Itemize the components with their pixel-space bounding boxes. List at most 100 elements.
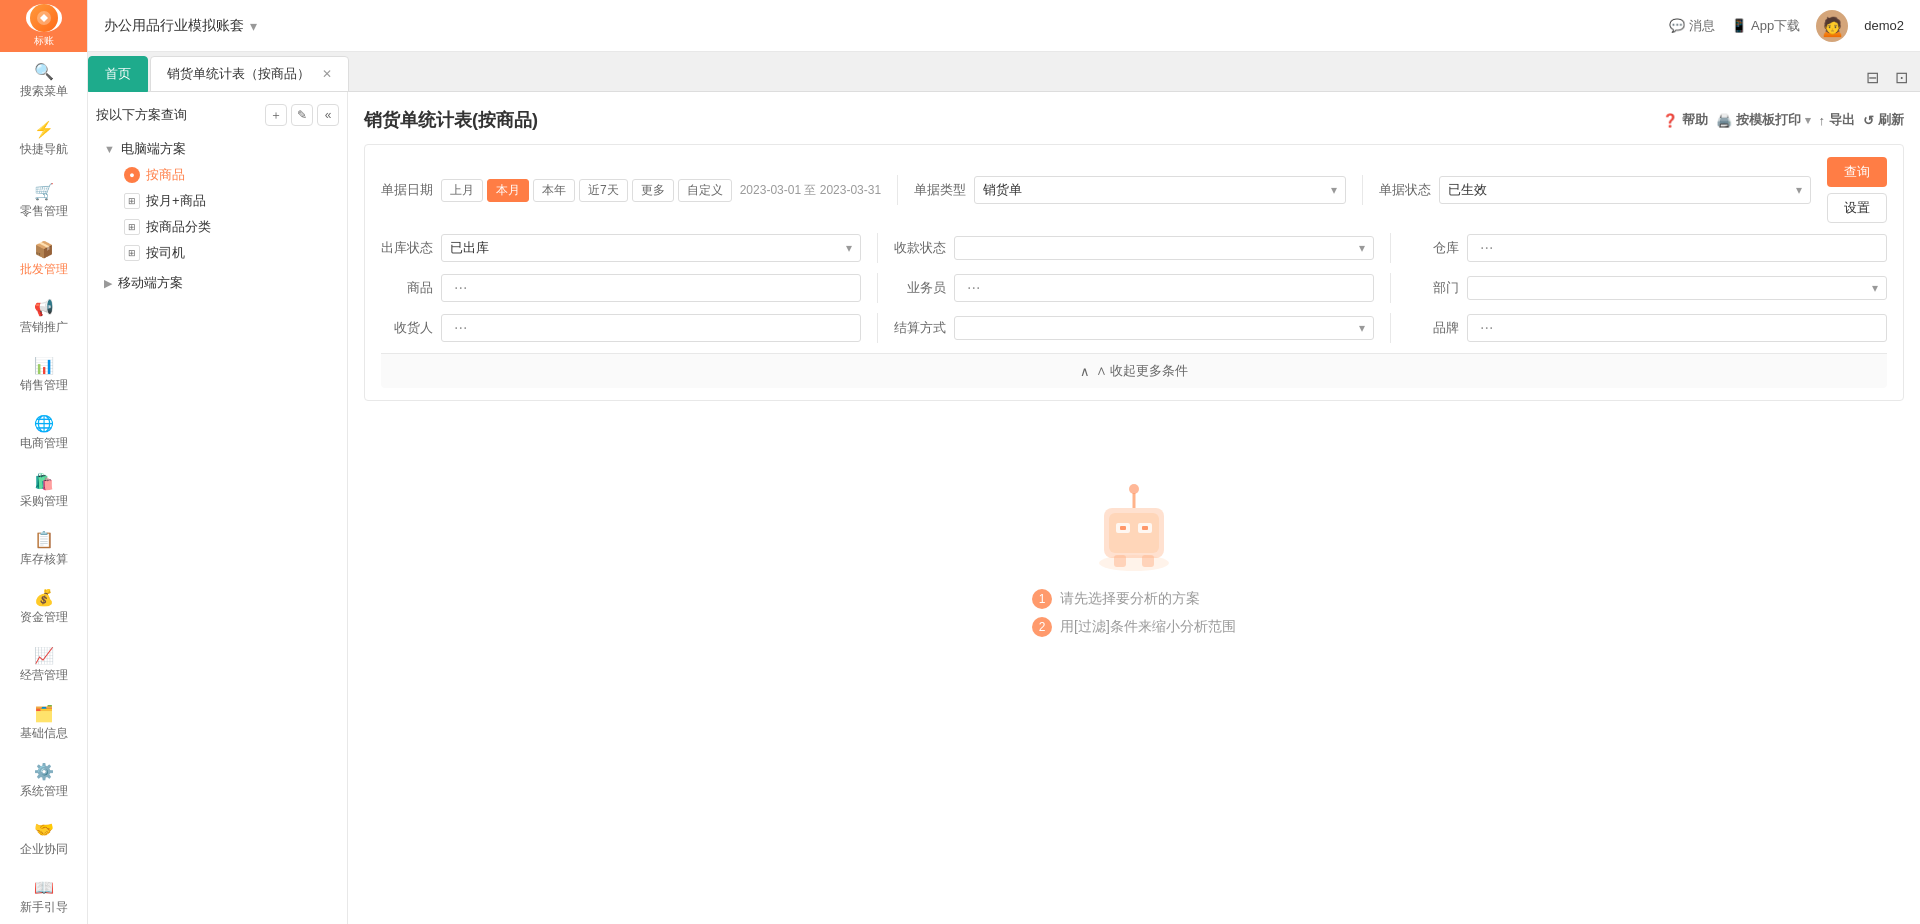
warehouse-control: ··· xyxy=(1467,234,1887,262)
collapse-panel-btn[interactable]: « xyxy=(317,104,339,126)
sidebar-item-marketing[interactable]: 📢 营销推广 xyxy=(0,288,87,346)
sidebar-item-ecommerce[interactable]: 🌐 电商管理 xyxy=(0,404,87,462)
svg-rect-6 xyxy=(1120,526,1126,530)
sidebar-item-sales[interactable]: 📊 销售管理 xyxy=(0,346,87,404)
settlement-select[interactable]: ▾ xyxy=(954,316,1374,340)
collapse-icon: ∧ xyxy=(1080,364,1090,379)
system-icon: ⚙️ xyxy=(34,762,54,781)
page-title-text: 销货单统计表(按商品) xyxy=(364,108,538,132)
svg-rect-7 xyxy=(1142,526,1148,530)
user-avatar[interactable]: 🙍 xyxy=(1816,10,1848,42)
empty-state: 1 请先选择要分析的方案 2 用[过滤]条件来缩小分析范围 xyxy=(364,413,1904,705)
add-scheme-btn[interactable]: ＋ xyxy=(265,104,287,126)
receiptstatus-select[interactable]: ▾ xyxy=(954,236,1374,260)
tree-mobile-node[interactable]: ▶ 移动端方案 xyxy=(96,270,339,296)
svg-rect-10 xyxy=(1114,555,1126,567)
tree-by-month-product[interactable]: ⊞ 按月+商品 xyxy=(116,188,339,214)
export-btn[interactable]: ↑ 导出 xyxy=(1819,111,1856,129)
tree-arrow-icon: ▼ xyxy=(104,143,115,155)
date-btn-custom[interactable]: 自定义 xyxy=(678,179,732,202)
sidebar-item-nav[interactable]: ⚡ 快捷导航 xyxy=(0,110,87,168)
sidebar-item-retail[interactable]: 🛒 零售管理 xyxy=(0,172,87,230)
topbar-message[interactable]: 💬 消息 xyxy=(1669,17,1715,35)
receiver-dots[interactable]: ··· xyxy=(454,319,467,337)
step-num-1: 1 xyxy=(1032,589,1052,609)
filter-receiptstatus-field: 收款状态 ▾ xyxy=(894,236,1374,260)
print-btn[interactable]: 🖨️ 按模板打印 ▾ xyxy=(1716,111,1811,129)
collapse-btn[interactable]: ∧ ∧ 收起更多条件 xyxy=(381,353,1887,388)
sidebar-item-finance[interactable]: 💰 资金管理 xyxy=(0,578,87,636)
nav-icon: ⚡ xyxy=(34,120,54,139)
settings-btn[interactable]: 设置 xyxy=(1827,193,1887,223)
date-btn-this-year[interactable]: 本年 xyxy=(533,179,575,202)
sidebar-item-inventory[interactable]: 📋 库存核算 xyxy=(0,520,87,578)
refresh-btn[interactable]: ↺ 刷新 xyxy=(1863,111,1904,129)
sales-icon: 📊 xyxy=(34,356,54,375)
outstatus-select[interactable]: 已出库 ▾ xyxy=(441,234,861,262)
department-select[interactable]: ▾ xyxy=(1467,276,1887,300)
sidebar-item-wholesale[interactable]: 📦 批发管理 xyxy=(0,230,87,288)
help-btn[interactable]: ❓ 帮助 xyxy=(1662,111,1708,129)
date-btn-last-month[interactable]: 上月 xyxy=(441,179,483,202)
basic-icon: 🗂️ xyxy=(34,704,54,723)
department-label: 部门 xyxy=(1407,279,1467,297)
date-range-text: 2023-03-01 至 2023-03-31 xyxy=(740,182,881,199)
docstatus-select[interactable]: 已生效 ▾ xyxy=(1439,176,1811,204)
sidebar-item-operation[interactable]: 📈 经营管理 xyxy=(0,636,87,694)
brand-dots[interactable]: ··· xyxy=(1480,319,1493,337)
tab-home[interactable]: 首页 xyxy=(88,56,148,92)
topbar-title: 办公用品行业模拟账套 ▾ xyxy=(104,17,1653,35)
date-btn-this-month[interactable]: 本月 xyxy=(487,179,529,202)
print-dropdown-icon[interactable]: ▾ xyxy=(1805,114,1811,127)
date-btn-7days[interactable]: 近7天 xyxy=(579,179,628,202)
query-btn[interactable]: 查询 xyxy=(1827,157,1887,187)
topbar-message-label: 消息 xyxy=(1689,17,1715,35)
tree-by-category[interactable]: ⊞ 按商品分类 xyxy=(116,214,339,240)
page-title-actions: ❓ 帮助 🖨️ 按模板打印 ▾ ↑ 导出 ↺ 刷新 xyxy=(1662,111,1905,129)
date-btn-more[interactable]: 更多 xyxy=(632,179,674,202)
empty-step-2: 2 用[过滤]条件来缩小分析范围 xyxy=(1032,617,1236,637)
sidebar-label-search: 搜索菜单 xyxy=(20,83,68,100)
topbar-app-download[interactable]: 📱 App下载 xyxy=(1731,17,1800,35)
tree-desktop-node[interactable]: ▼ 电脑端方案 xyxy=(96,136,339,162)
settlement-label: 结算方式 xyxy=(894,319,954,337)
sidebar-label-purchase: 采购管理 xyxy=(20,493,68,510)
tree-by-product[interactable]: ● 按商品 xyxy=(116,162,339,188)
edit-scheme-btn[interactable]: ✎ xyxy=(291,104,313,126)
operation-icon: 📈 xyxy=(34,646,54,665)
sidebar-item-enterprise[interactable]: 🤝 企业协同 xyxy=(0,810,87,868)
outstatus-arrow: ▾ xyxy=(846,241,852,255)
tab-sales-stat[interactable]: 销货单统计表（按商品） ✕ xyxy=(150,56,349,92)
tab-close-icon[interactable]: ✕ xyxy=(322,67,332,81)
tree-by-driver-label: 按司机 xyxy=(146,244,185,262)
sidebar-item-basic[interactable]: 🗂️ 基础信息 xyxy=(0,694,87,752)
filter-brand-field: 品牌 ··· xyxy=(1407,314,1887,342)
sidebar-label-enterprise: 企业协同 xyxy=(20,841,68,858)
sidebar-item-search[interactable]: 🔍 搜索菜单 xyxy=(0,52,87,110)
filter-receiver-field: 收货人 ··· xyxy=(381,314,861,342)
driver-icon: ⊞ xyxy=(124,245,140,261)
help-label: 帮助 xyxy=(1682,111,1708,129)
sidebar-item-purchase[interactable]: 🛍️ 采购管理 xyxy=(0,462,87,520)
product-dots[interactable]: ··· xyxy=(454,279,467,297)
inventory-icon: 📋 xyxy=(34,530,54,549)
sidebar-item-system[interactable]: ⚙️ 系统管理 xyxy=(0,752,87,810)
doctype-label: 单据类型 xyxy=(914,181,974,199)
topbar-username[interactable]: demo2 xyxy=(1864,18,1904,33)
salesperson-dots[interactable]: ··· xyxy=(967,279,980,297)
topbar-dropdown-arrow[interactable]: ▾ xyxy=(250,18,257,34)
page-title-row: 销货单统计表(按商品) ❓ 帮助 🖨️ 按模板打印 ▾ ↑ 导出 xyxy=(364,108,1904,132)
date-range: 上月 本月 本年 近7天 更多 自定义 2023-03-01 至 2023-03… xyxy=(441,179,881,202)
doctype-select[interactable]: 销货单 ▾ xyxy=(974,176,1346,204)
settlement-arrow: ▾ xyxy=(1359,321,1365,335)
window-maximize-icon[interactable]: ⊡ xyxy=(1891,64,1912,91)
guide-icon: 📖 xyxy=(34,878,54,897)
tree-by-driver[interactable]: ⊞ 按司机 xyxy=(116,240,339,266)
window-minimize-icon[interactable]: ⊟ xyxy=(1862,64,1883,91)
filter-row-1: 单据日期 上月 本月 本年 近7天 更多 自定义 2023-03-01 至 20… xyxy=(381,157,1887,223)
sidebar-item-guide[interactable]: 📖 新手引导 xyxy=(0,868,87,924)
warehouse-dots[interactable]: ··· xyxy=(1480,239,1493,257)
brand-control: ··· xyxy=(1467,314,1887,342)
divider-5 xyxy=(877,273,878,303)
tree-children: ● 按商品 ⊞ 按月+商品 ⊞ 按商品分类 ⊞ 按司机 xyxy=(96,162,339,266)
